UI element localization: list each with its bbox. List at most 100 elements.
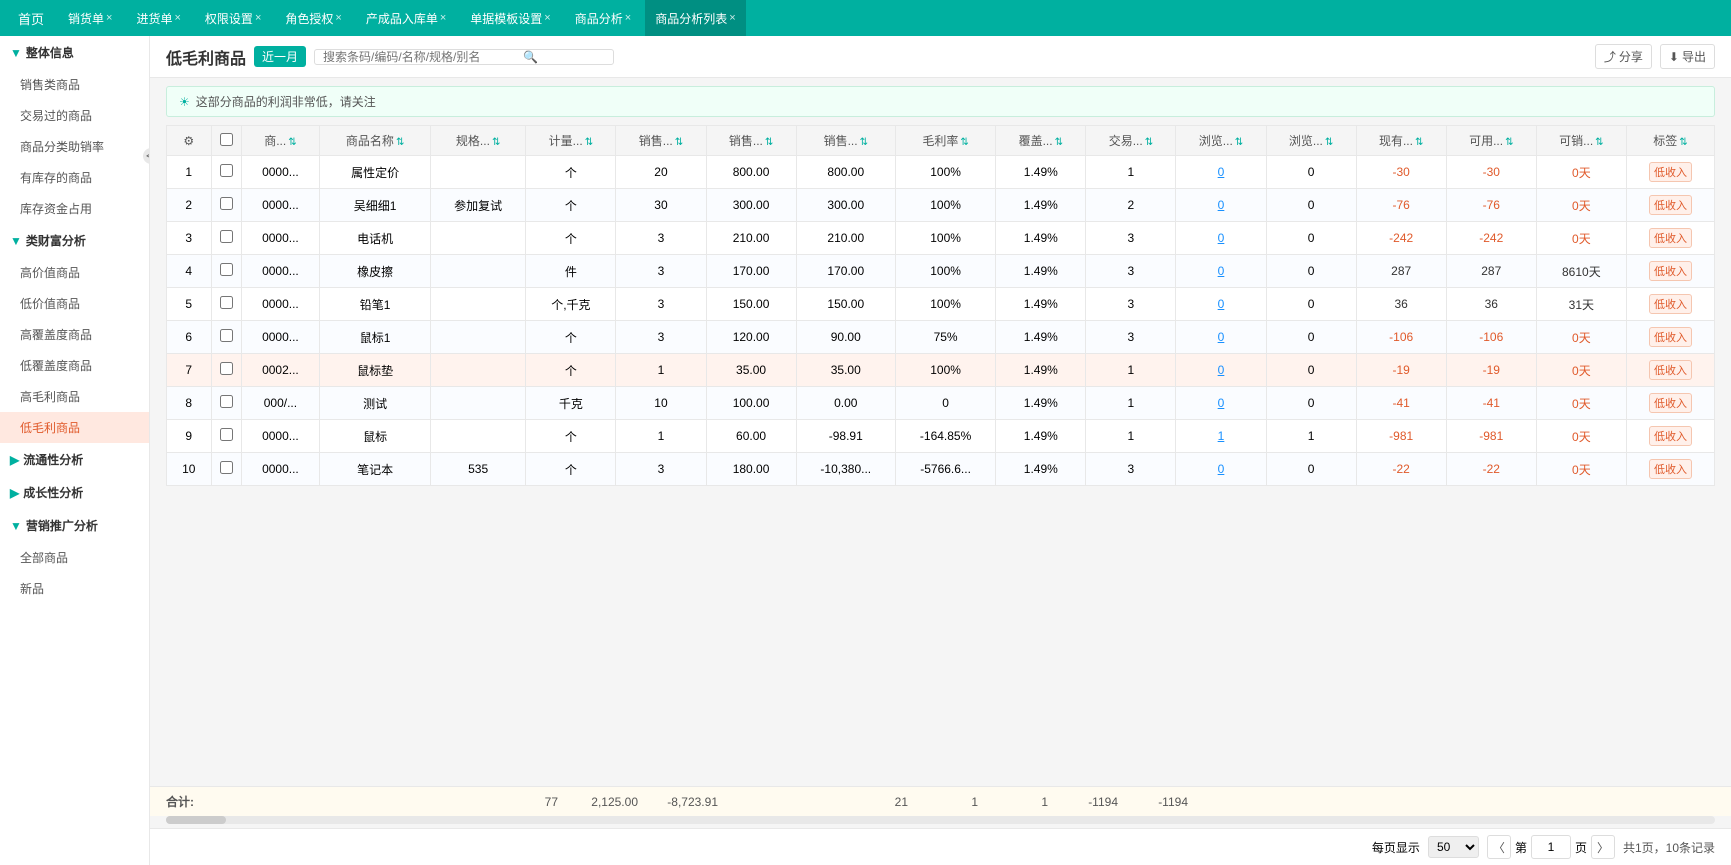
nav-analysis-close[interactable]: ×: [625, 12, 631, 24]
sidebar-group-overview[interactable]: ▼ 整体信息: [0, 36, 149, 69]
sidebar-item-all-goods[interactable]: 全部商品: [0, 542, 149, 573]
row-view1[interactable]: 0: [1176, 321, 1266, 354]
row-view1[interactable]: 0: [1176, 255, 1266, 288]
nav-sales[interactable]: 销货单 ×: [58, 0, 122, 36]
search-icon[interactable]: 🔍: [523, 50, 538, 64]
row-view1[interactable]: 0: [1176, 189, 1266, 222]
row-view1[interactable]: 0: [1176, 453, 1266, 486]
nav-purchase-close[interactable]: ×: [174, 12, 180, 24]
scroll-track[interactable]: [166, 816, 1715, 824]
row-select-checkbox[interactable]: [220, 197, 233, 210]
nav-roles-close[interactable]: ×: [335, 12, 341, 24]
share-button[interactable]: ⤴ 分享: [1595, 44, 1652, 69]
row-checkbox[interactable]: [211, 288, 241, 321]
col-view2[interactable]: 浏览...⇅: [1266, 126, 1356, 156]
row-select-checkbox[interactable]: [220, 395, 233, 408]
col-gross-rate[interactable]: 毛利率⇅: [895, 126, 995, 156]
row-sales-amount: 150.00: [706, 288, 796, 321]
row-name: 属性定价: [320, 156, 431, 189]
row-spec: [430, 420, 525, 453]
col-view1[interactable]: 浏览...⇅: [1176, 126, 1266, 156]
col-saleable[interactable]: 可销...⇅: [1536, 126, 1626, 156]
nav-home[interactable]: 首页: [8, 0, 54, 36]
nav-analysis[interactable]: 商品分析 ×: [565, 0, 641, 36]
row-checkbox[interactable]: [211, 156, 241, 189]
col-code[interactable]: 商...⇅: [241, 126, 320, 156]
col-current[interactable]: 现有...⇅: [1356, 126, 1446, 156]
col-sales-profit[interactable]: 销售...⇅: [796, 126, 895, 156]
nav-products-close[interactable]: ×: [440, 12, 446, 24]
time-filter-badge[interactable]: 近一月: [254, 46, 306, 67]
prev-page-button[interactable]: 〈: [1487, 835, 1511, 859]
row-checkbox[interactable]: [211, 420, 241, 453]
sidebar-group-growth[interactable]: ▶ 成长性分析: [0, 476, 149, 509]
col-coverage[interactable]: 覆盖...⇅: [996, 126, 1086, 156]
sidebar-item-category-rate[interactable]: 商品分类助销率: [0, 131, 149, 162]
row-select-checkbox[interactable]: [220, 461, 233, 474]
nav-roles[interactable]: 角色授权 ×: [275, 0, 351, 36]
nav-purchase[interactable]: 进货单 ×: [126, 0, 190, 36]
row-select-checkbox[interactable]: [220, 362, 233, 375]
col-spec[interactable]: 规格...⇅: [430, 126, 525, 156]
row-select-checkbox[interactable]: [220, 230, 233, 243]
sidebar-item-traded-goods[interactable]: 交易过的商品: [0, 100, 149, 131]
nav-analysis-list[interactable]: 商品分析列表 ×: [645, 0, 745, 36]
row-checkbox[interactable]: [211, 354, 241, 387]
export-button[interactable]: ⬇ 导出: [1660, 44, 1715, 69]
row-select-checkbox[interactable]: [220, 428, 233, 441]
page-size-select[interactable]: 50 100 200: [1428, 836, 1479, 858]
row-view1[interactable]: 1: [1176, 420, 1266, 453]
nav-analysis-list-close[interactable]: ×: [729, 12, 735, 24]
row-view1[interactable]: 0: [1176, 288, 1266, 321]
sidebar-item-new-goods[interactable]: 新品: [0, 573, 149, 604]
col-select-all[interactable]: [211, 126, 241, 156]
nav-template[interactable]: 单据模板设置 ×: [460, 0, 560, 36]
table-wrapper[interactable]: ⚙ 商...⇅ 商品名称⇅ 规格...⇅ 计量...⇅ 销售...⇅ 销售...…: [150, 125, 1731, 786]
col-sales-amount[interactable]: 销售...⇅: [706, 126, 796, 156]
sidebar-item-inventory-capital[interactable]: 库存资金占用: [0, 193, 149, 224]
row-checkbox[interactable]: [211, 321, 241, 354]
nav-products[interactable]: 产成品入库单 ×: [356, 0, 456, 36]
row-saleable: 0天: [1536, 189, 1626, 222]
next-page-button[interactable]: 〉: [1591, 835, 1615, 859]
col-settings[interactable]: ⚙: [167, 126, 212, 156]
row-checkbox[interactable]: [211, 387, 241, 420]
select-all-checkbox[interactable]: [220, 133, 233, 146]
nav-permissions-close[interactable]: ×: [255, 12, 261, 24]
row-select-checkbox[interactable]: [220, 263, 233, 276]
sidebar-item-high-value[interactable]: 高价值商品: [0, 257, 149, 288]
row-checkbox[interactable]: [211, 453, 241, 486]
nav-sales-close[interactable]: ×: [106, 12, 112, 24]
row-view1[interactable]: 0: [1176, 387, 1266, 420]
col-tag[interactable]: 标签⇅: [1626, 126, 1714, 156]
row-view1[interactable]: 0: [1176, 354, 1266, 387]
sidebar-group-marketing[interactable]: ▼ 营销推广分析: [0, 509, 149, 542]
sidebar-item-high-margin[interactable]: 高毛利商品: [0, 381, 149, 412]
col-sales-qty[interactable]: 销售...⇅: [616, 126, 706, 156]
row-checkbox[interactable]: [211, 222, 241, 255]
sidebar-item-sales-goods[interactable]: 销售类商品: [0, 69, 149, 100]
col-available[interactable]: 可用...⇅: [1446, 126, 1536, 156]
row-checkbox[interactable]: [211, 189, 241, 222]
sidebar-item-low-coverage[interactable]: 低覆盖度商品: [0, 350, 149, 381]
sidebar-item-low-value[interactable]: 低价值商品: [0, 288, 149, 319]
row-select-checkbox[interactable]: [220, 164, 233, 177]
sidebar-item-low-margin[interactable]: 低毛利商品: [0, 412, 149, 443]
col-unit[interactable]: 计量...⇅: [526, 126, 616, 156]
row-select-checkbox[interactable]: [220, 329, 233, 342]
sidebar-group-wealth[interactable]: ▼ 类财富分析: [0, 224, 149, 257]
row-select-checkbox[interactable]: [220, 296, 233, 309]
sidebar-group-circulation[interactable]: ▶ 流通性分析: [0, 443, 149, 476]
search-input[interactable]: [323, 50, 523, 64]
row-view1[interactable]: 0: [1176, 156, 1266, 189]
col-name[interactable]: 商品名称⇅: [320, 126, 431, 156]
scroll-thumb[interactable]: [166, 816, 226, 824]
row-view1[interactable]: 0: [1176, 222, 1266, 255]
nav-permissions[interactable]: 权限设置 ×: [195, 0, 271, 36]
col-trade[interactable]: 交易...⇅: [1086, 126, 1176, 156]
sidebar-item-inventory-goods[interactable]: 有库存的商品: [0, 162, 149, 193]
row-checkbox[interactable]: [211, 255, 241, 288]
page-number-input[interactable]: [1531, 835, 1571, 859]
nav-template-close[interactable]: ×: [544, 12, 550, 24]
sidebar-item-high-coverage[interactable]: 高覆盖度商品: [0, 319, 149, 350]
